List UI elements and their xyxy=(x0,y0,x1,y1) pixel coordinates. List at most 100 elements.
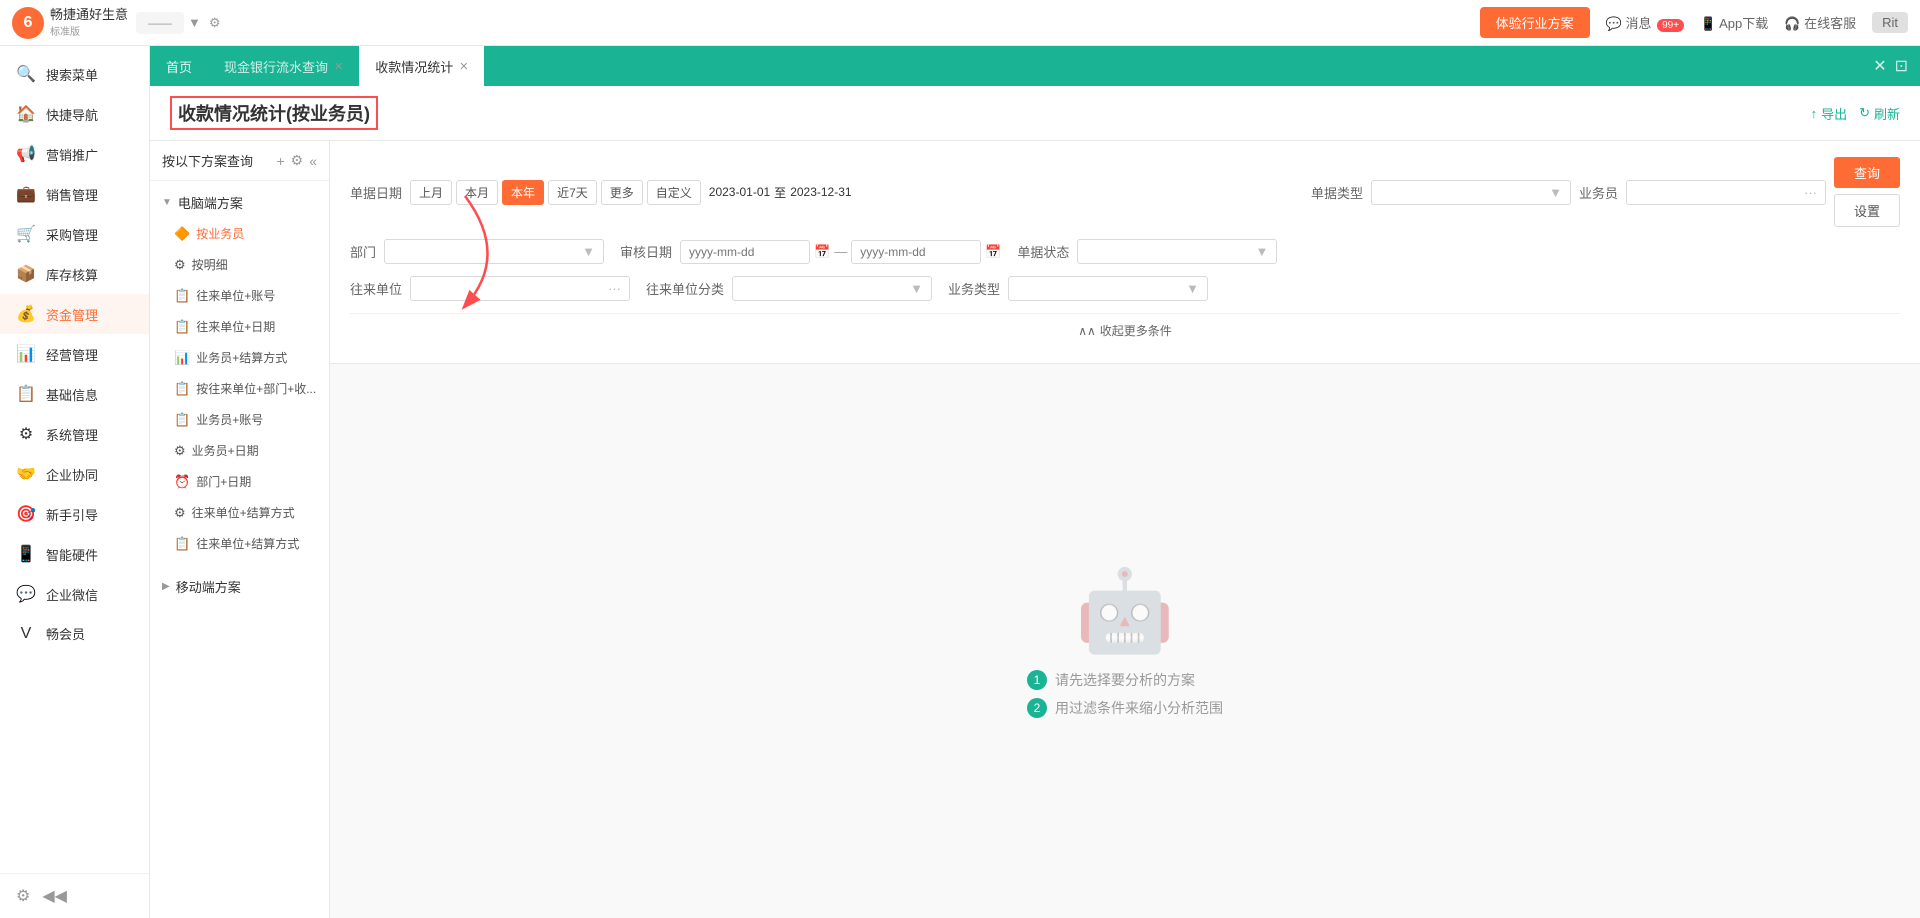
sidebar-item-basic[interactable]: 📋 基础信息 xyxy=(0,374,149,414)
sidebar-item-member[interactable]: V 畅会员 xyxy=(0,614,149,653)
scheme-item-partner_dept_collect[interactable]: 📋 按往来单位+部门+收... xyxy=(150,373,329,404)
scheme-item-label-partner_date: 往来单位+日期 xyxy=(196,318,275,335)
doc-type-select[interactable]: ▼ xyxy=(1371,180,1571,205)
nav-dropdown-icon[interactable]: ▼ xyxy=(188,15,201,30)
sidebar-item-label-purchase: 采购管理 xyxy=(46,225,98,244)
desktop-arrow-icon: ▼ xyxy=(162,197,172,208)
empty-step-1: 1 请先选择要分析的方案 xyxy=(1027,670,1223,690)
scheme-item-label-salesman_date: 业务员+日期 xyxy=(192,442,259,459)
doc-status-select[interactable]: ▼ xyxy=(1077,239,1277,264)
date-btn-7days[interactable]: 近7天 xyxy=(548,180,597,205)
sidebar-item-wechat[interactable]: 💬 企业微信 xyxy=(0,574,149,614)
tab-maximize-icon[interactable]: ⊡ xyxy=(1895,56,1908,76)
scheme-item-partner_settlement2[interactable]: 📋 往来单位+结算方式 xyxy=(150,528,329,559)
user-avatar[interactable]: Rit xyxy=(1872,12,1908,33)
sidebar-item-marketing[interactable]: 📢 营销推广 xyxy=(0,134,149,174)
date-btn-this-month[interactable]: 本月 xyxy=(456,180,498,205)
sidebar-settings-icon[interactable]: ⚙ xyxy=(16,886,30,906)
app-download-link[interactable]: 📱 App下载 xyxy=(1700,13,1768,32)
partner-category-select[interactable]: ▼ xyxy=(732,276,932,301)
scheme-add-button[interactable]: + xyxy=(276,153,284,169)
sidebar-item-quicknav[interactable]: 🏠 快捷导航 xyxy=(0,94,149,134)
date-btn-custom[interactable]: 自定义 xyxy=(647,180,701,205)
sidebar-item-inventory[interactable]: 📦 库存核算 xyxy=(0,254,149,294)
date-btn-more[interactable]: 更多 xyxy=(601,180,643,205)
sidebar-item-label-system: 系统管理 xyxy=(46,425,98,444)
doc-status-label: 单据状态 xyxy=(1017,242,1069,261)
sidebar-item-search[interactable]: 🔍 搜索菜单 xyxy=(0,54,149,94)
messages-icon[interactable]: 💬 消息 99+ xyxy=(1606,13,1684,32)
scheme-settings-button[interactable]: ⚙ xyxy=(291,152,304,169)
scheme-item-partner_settlement1[interactable]: ⚙ 往来单位+结算方式 xyxy=(150,497,329,528)
dept-select[interactable]: ▼ xyxy=(384,239,604,264)
biz-type-dropdown-icon: ▼ xyxy=(1186,281,1199,296)
scheme-item-dept_date[interactable]: ⏰ 部门+日期 xyxy=(150,466,329,497)
date-shortcuts: 上月 本月 本年 近7天 更多 自定义 xyxy=(410,180,701,205)
scheme-item-label-salesman_account: 业务员+账号 xyxy=(196,411,263,428)
salesman-select[interactable]: ··· xyxy=(1626,180,1826,205)
trial-button[interactable]: 体验行业方案 xyxy=(1480,7,1590,38)
scheme-item-salesman_date[interactable]: ⚙ 业务员+日期 xyxy=(150,435,329,466)
settings-button[interactable]: 设置 xyxy=(1834,194,1900,227)
salesman-condition: 业务员 ··· xyxy=(1579,157,1826,227)
export-icon: ↑ xyxy=(1811,106,1818,121)
quicknav-icon: 🏠 xyxy=(16,104,36,124)
cal-icon-to[interactable]: 📅 xyxy=(985,244,1001,260)
tab-bank[interactable]: 现金银行流水查询 ✕ xyxy=(208,46,359,86)
tab-home[interactable]: 首页 xyxy=(150,46,208,86)
date-btn-last-month[interactable]: 上月 xyxy=(410,180,452,205)
online-service-link[interactable]: 🎧 在线客服 xyxy=(1784,13,1856,32)
scheme-item-partner_account[interactable]: 📋 往来单位+账号 xyxy=(150,280,329,311)
scheme-collapse-button[interactable]: « xyxy=(309,153,317,169)
scheme-item-salesman_account[interactable]: 📋 业务员+账号 xyxy=(150,404,329,435)
scheme-item-salesman_settlement[interactable]: 📊 业务员+结算方式 xyxy=(150,342,329,373)
export-button[interactable]: ↑ 导出 xyxy=(1811,104,1848,123)
review-date-range: 📅 — 📅 xyxy=(680,240,1001,264)
sidebar-item-label-basic: 基础信息 xyxy=(46,385,98,404)
sidebar-item-label-enterprise: 企业协同 xyxy=(46,465,98,484)
finance-icon: 💰 xyxy=(16,304,36,324)
sidebar-item-operations[interactable]: 📊 经营管理 xyxy=(0,334,149,374)
sidebar-item-enterprise[interactable]: 🤝 企业协同 xyxy=(0,454,149,494)
sidebar-item-hardware[interactable]: 📱 智能硬件 xyxy=(0,534,149,574)
tab-receipts[interactable]: 收款情况统计 ✕ xyxy=(359,46,484,86)
condition-row-2: 部门 ▼ 审核日期 📅 xyxy=(350,239,1900,264)
sidebar-collapse-icon[interactable]: ◀◀ xyxy=(42,886,67,906)
scheme-group-mobile-header[interactable]: ▶ 移动端方案 xyxy=(150,571,329,602)
tab-receipts-close[interactable]: ✕ xyxy=(459,60,468,73)
mobile-group-label: 移动端方案 xyxy=(176,577,241,596)
date-btn-this-year[interactable]: 本年 xyxy=(502,180,544,205)
sidebar-item-label-search: 搜索菜单 xyxy=(46,65,98,84)
scheme-item-partner_date[interactable]: 📋 往来单位+日期 xyxy=(150,311,329,342)
empty-area: 🤖 1 请先选择要分析的方案 2 用过滤条件来缩小分析范围 xyxy=(330,364,1920,918)
scheme-item-by_detail[interactable]: ⚙ 按明细 xyxy=(150,249,329,280)
sidebar-item-finance[interactable]: 💰 资金管理 xyxy=(0,294,149,334)
biz-type-select[interactable]: ▼ xyxy=(1008,276,1208,301)
top-bar: 6 畅捷通好生意 标准版 —— ▼ ⚙ 体验行业方案 💬 消息 99+ xyxy=(0,0,1920,46)
sidebar-item-label-inventory: 库存核算 xyxy=(46,265,98,284)
collapse-bar[interactable]: ∧∧ 收起更多条件 xyxy=(350,313,1900,347)
sidebar-item-system[interactable]: ⚙ 系统管理 xyxy=(0,414,149,454)
cal-icon-from[interactable]: 📅 xyxy=(814,244,830,260)
sidebar-item-guide[interactable]: 🎯 新手引导 xyxy=(0,494,149,534)
mobile-arrow-icon: ▶ xyxy=(162,581,170,592)
sidebar-item-purchase[interactable]: 🛒 采购管理 xyxy=(0,214,149,254)
review-date-from[interactable] xyxy=(680,240,810,264)
sidebar-item-label-member: 畅会员 xyxy=(46,624,85,643)
dept-dropdown-icon: ▼ xyxy=(582,244,595,259)
sidebar-item-label-guide: 新手引导 xyxy=(46,505,98,524)
sidebar-item-sales[interactable]: 💼 销售管理 xyxy=(0,174,149,214)
scheme-item-by_salesman[interactable]: 🔶 按业务员 xyxy=(150,218,329,249)
tab-close-all-icon[interactable]: ✕ xyxy=(1873,56,1886,76)
review-date-to[interactable] xyxy=(851,240,981,264)
sidebar-item-label-hardware: 智能硬件 xyxy=(46,545,98,564)
sidebar-footer: ⚙ ◀◀ xyxy=(0,873,149,918)
tab-bank-close[interactable]: ✕ xyxy=(334,60,343,73)
scheme-panel: 按以下方案查询 + ⚙ « ▼ 电脑端方案 🔶 xyxy=(150,141,330,918)
refresh-button[interactable]: ↻ 刷新 xyxy=(1859,104,1900,123)
topbar-settings-icon[interactable]: ⚙ xyxy=(209,15,221,31)
scheme-group-desktop-header[interactable]: ▼ 电脑端方案 xyxy=(150,187,329,218)
query-button[interactable]: 查询 xyxy=(1834,157,1900,188)
partner-select[interactable]: ··· xyxy=(410,276,630,301)
date-range-display: 2023-01-01 至 2023-12-31 xyxy=(709,184,852,201)
